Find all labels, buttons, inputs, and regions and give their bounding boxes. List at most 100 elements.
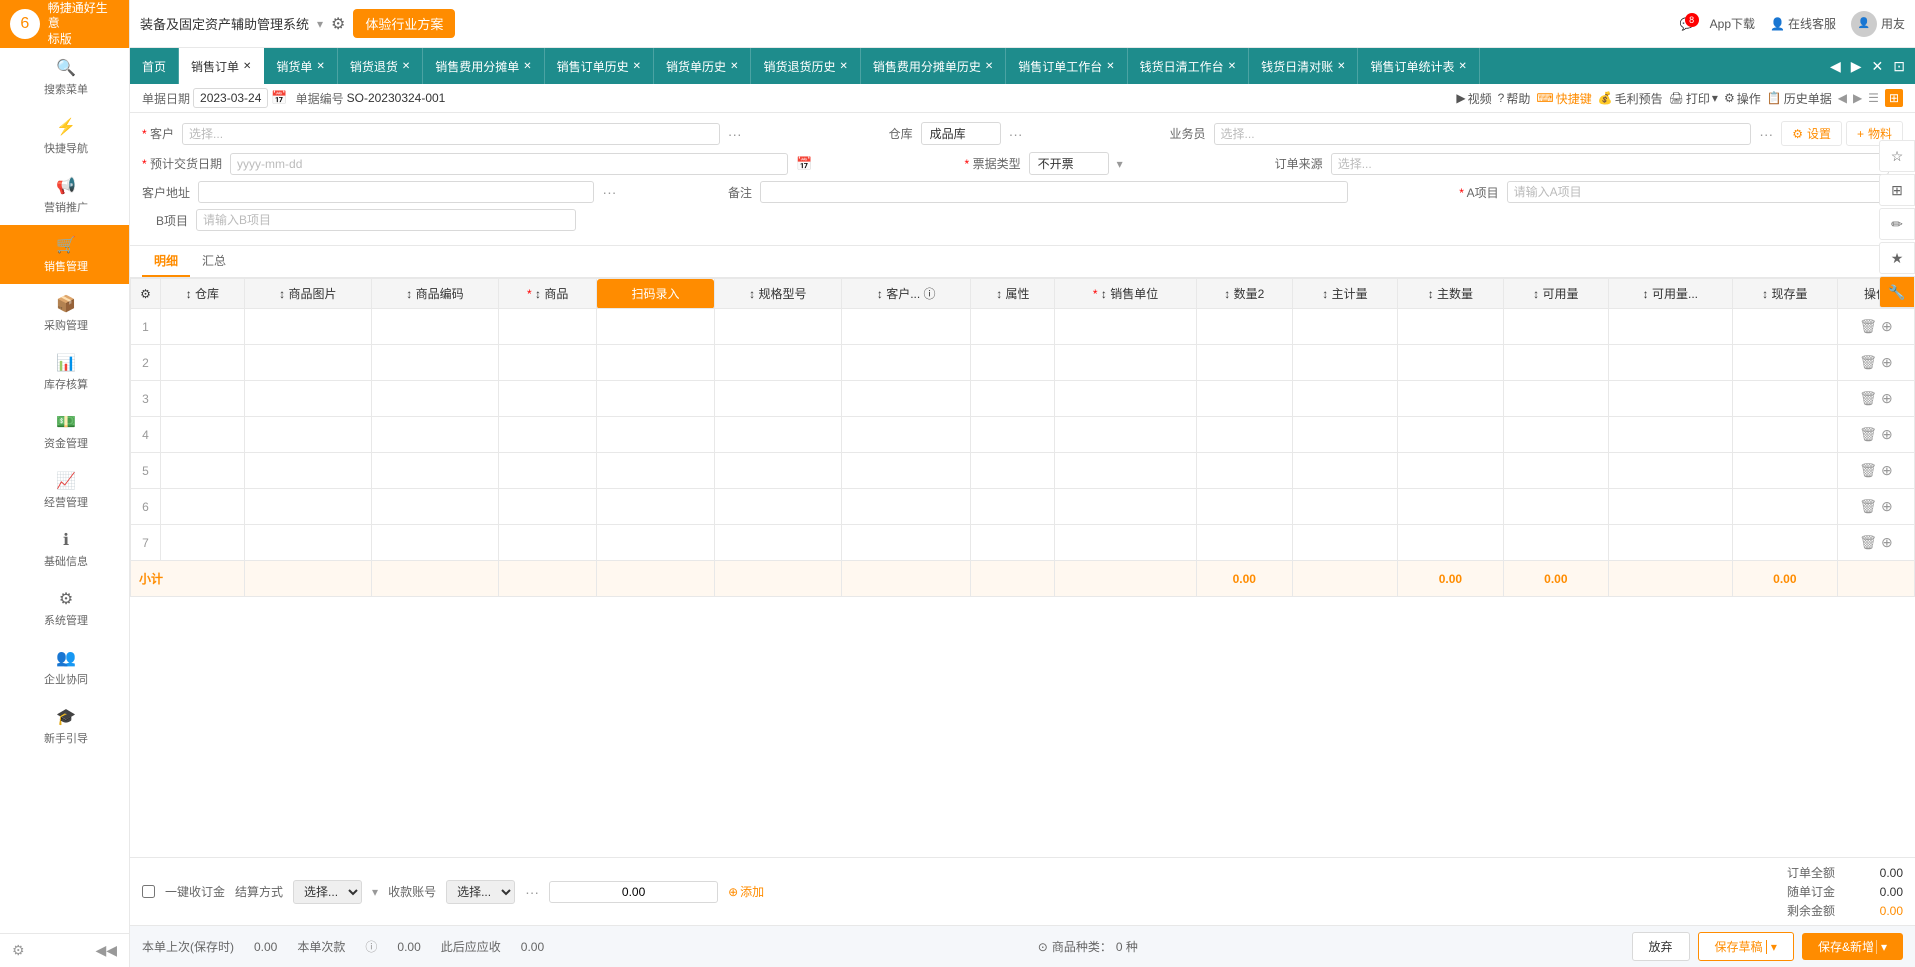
row-main-qty[interactable] — [1398, 453, 1503, 489]
sidebar-item-system[interactable]: ⚙ 系统管理 — [0, 579, 129, 638]
sub-tab-summary[interactable]: 汇总 — [190, 246, 238, 277]
row-available2[interactable] — [1609, 345, 1733, 381]
tab-expense-history[interactable]: 销售费用分摊单历史 ✕ — [861, 48, 1006, 84]
row-image[interactable] — [244, 309, 371, 345]
tab-order-history[interactable]: 销售订单历史 ✕ — [545, 48, 654, 84]
row-available2[interactable] — [1609, 453, 1733, 489]
row-code[interactable] — [371, 417, 498, 453]
product-count-icon[interactable]: ⊙ — [1038, 940, 1048, 954]
row-main-qty[interactable] — [1398, 381, 1503, 417]
row-product[interactable] — [499, 489, 597, 525]
save-draft-button[interactable]: 保存草稿 ▾ — [1698, 932, 1794, 961]
row-main-unit[interactable] — [1292, 525, 1397, 561]
row-unit[interactable] — [1055, 525, 1197, 561]
row-product[interactable] — [499, 381, 597, 417]
right-float-btn-3[interactable]: ✏ — [1879, 208, 1915, 240]
row-qty2[interactable] — [1196, 345, 1292, 381]
solution-button[interactable]: 体验行业方案 — [353, 9, 455, 38]
row-customer-code[interactable] — [841, 309, 971, 345]
amount-input[interactable] — [549, 881, 718, 903]
delete-icon[interactable]: 🗑 — [1859, 534, 1877, 551]
row-customer-code[interactable] — [841, 417, 971, 453]
row-scan[interactable] — [597, 489, 714, 525]
row-attr[interactable] — [971, 345, 1055, 381]
tab-reconcile[interactable]: 钱货日清对账 ✕ — [1249, 48, 1358, 84]
operation-btn[interactable]: ⚙ 操作 — [1724, 90, 1761, 107]
shortcut-btn[interactable]: ⌨ 快捷键 — [1536, 90, 1591, 107]
staff-input[interactable] — [1214, 123, 1752, 145]
row-qty2[interactable] — [1196, 417, 1292, 453]
row-current[interactable] — [1732, 417, 1837, 453]
delete-icon[interactable]: 🗑 — [1859, 318, 1877, 335]
nav-left-icon[interactable]: ◀ — [1838, 91, 1847, 105]
tab-close-icon[interactable]: ✕ — [633, 61, 641, 72]
address-more-icon[interactable]: ··· — [602, 184, 616, 200]
copy-icon[interactable]: ⊕ — [1881, 426, 1893, 443]
tab-close-icon[interactable]: ✕ — [402, 61, 410, 72]
copy-icon[interactable]: ⊕ — [1881, 318, 1893, 335]
row-spec[interactable] — [714, 345, 841, 381]
nav-right-icon[interactable]: ▶ — [1853, 91, 1862, 105]
row-main-qty[interactable] — [1398, 525, 1503, 561]
row-image[interactable] — [244, 489, 371, 525]
sidebar-item-search[interactable]: 🔍 搜索菜单 — [0, 48, 129, 107]
staff-more-icon[interactable]: ··· — [1759, 126, 1773, 142]
sidebar-item-quick-nav[interactable]: ⚡ 快捷导航 — [0, 107, 129, 166]
delete-icon[interactable]: 🗑 — [1859, 354, 1877, 371]
address-input[interactable] — [198, 181, 594, 203]
row-available[interactable] — [1503, 381, 1608, 417]
tab-more-icon[interactable]: ✕ — [1868, 56, 1888, 77]
tab-return-history[interactable]: 销货退货历史 ✕ — [751, 48, 860, 84]
account-more-icon[interactable]: ··· — [525, 884, 539, 900]
payment-dropdown-icon[interactable]: ▾ — [372, 885, 378, 899]
delete-icon[interactable]: 🗑 — [1859, 426, 1877, 443]
invoice-dropdown-icon[interactable]: ▾ — [1117, 157, 1123, 171]
row-available2[interactable] — [1609, 417, 1733, 453]
right-float-btn-1[interactable]: ☆ — [1879, 140, 1915, 172]
add-button[interactable]: ⊕ 添加 — [728, 883, 764, 900]
tab-home[interactable]: 首页 — [130, 48, 179, 84]
row-spec[interactable] — [714, 525, 841, 561]
tab-close-icon[interactable]: ✕ — [839, 61, 847, 72]
row-current[interactable] — [1732, 309, 1837, 345]
tab-workbench[interactable]: 销售订单工作台 ✕ — [1006, 48, 1127, 84]
current-debt-icon[interactable]: ⓘ — [365, 938, 377, 955]
row-warehouse[interactable] — [161, 489, 245, 525]
row-customer-code[interactable] — [841, 453, 971, 489]
tab-cashflow[interactable]: 钱货日清工作台 ✕ — [1128, 48, 1249, 84]
th-settings[interactable]: ⚙ — [131, 279, 161, 309]
row-scan[interactable] — [597, 345, 714, 381]
tab-close-icon[interactable]: ✕ — [1459, 61, 1467, 72]
row-available2[interactable] — [1609, 381, 1733, 417]
row-unit[interactable] — [1055, 417, 1197, 453]
tab-return[interactable]: 销货退货 ✕ — [338, 48, 423, 84]
row-current[interactable] — [1732, 525, 1837, 561]
row-available[interactable] — [1503, 345, 1608, 381]
row-scan[interactable] — [597, 417, 714, 453]
tab-expand-icon[interactable]: ⊡ — [1889, 56, 1909, 77]
row-qty2[interactable] — [1196, 489, 1292, 525]
row-available[interactable] — [1503, 489, 1608, 525]
row-warehouse[interactable] — [161, 309, 245, 345]
project-a-input[interactable] — [1507, 181, 1903, 203]
tab-invoice-history[interactable]: 销货单历史 ✕ — [654, 48, 751, 84]
row-customer-code[interactable] — [841, 381, 971, 417]
warehouse-more-icon[interactable]: ··· — [1009, 126, 1023, 142]
sidebar-item-purchase[interactable]: 📦 采购管理 — [0, 284, 129, 343]
row-image[interactable] — [244, 453, 371, 489]
row-scan[interactable] — [597, 309, 714, 345]
sidebar-item-operations[interactable]: 📈 经营管理 — [0, 461, 129, 520]
video-btn[interactable]: ▶ 视频 — [1456, 90, 1491, 107]
sidebar-item-inventory[interactable]: 📊 库存核算 — [0, 343, 129, 402]
row-unit[interactable] — [1055, 309, 1197, 345]
row-attr[interactable] — [971, 453, 1055, 489]
row-main-unit[interactable] — [1292, 381, 1397, 417]
row-attr[interactable] — [971, 381, 1055, 417]
settings-button[interactable]: ⚙ 保存草稿 设置 — [1781, 121, 1842, 146]
sidebar-item-guide[interactable]: 🎓 新手引导 — [0, 697, 129, 756]
tab-close-icon[interactable]: ✕ — [985, 61, 993, 72]
sidebar-item-base-info[interactable]: ℹ 基础信息 — [0, 520, 129, 579]
row-product[interactable] — [499, 525, 597, 561]
history-btn[interactable]: 📋 历史单据 — [1767, 90, 1832, 107]
row-available2[interactable] — [1609, 489, 1733, 525]
